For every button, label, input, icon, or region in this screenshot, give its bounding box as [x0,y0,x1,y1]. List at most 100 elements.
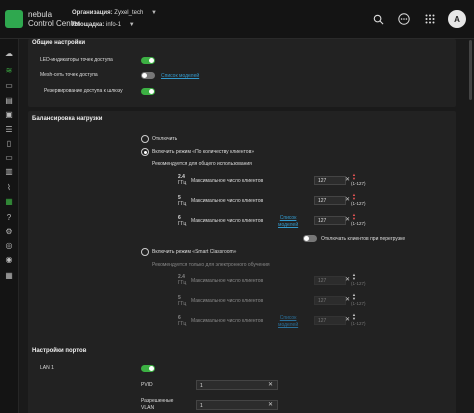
lb-off-radio[interactable] [141,135,149,143]
sc-band-5-max-label: Максимальное число клиентов [191,298,264,304]
band-6-max-label: Максимальное число клиентов [191,218,264,224]
recommend-edu: Рекомендуется только для электронного об… [152,262,270,268]
org-selector[interactable]: Организация: Zyxel_tech ▼ [72,10,157,16]
list-icon[interactable]: ☰ [3,125,15,135]
band-24-range: (1-127) [351,181,366,186]
globe-icon[interactable]: ◎ [3,241,15,251]
sc-band-24-range: (1-127) [351,281,366,286]
device-icon[interactable]: ▦ [3,197,15,207]
mesh-label: Mesh-сеть точек доступа [40,72,98,78]
disconnect-label: Отключать клиентов при перегрузке [321,236,406,242]
switch-icon[interactable]: ▤ [3,96,15,106]
band-6-range: (1-127) [351,221,366,226]
apps-grid-icon[interactable] [422,11,438,27]
close-icon[interactable]: ✕ [345,176,350,183]
site-label: Площадка: [72,22,105,28]
security-icon[interactable]: ▣ [3,110,15,120]
band-5-label: 5 ГГц [178,195,187,207]
user-icon[interactable]: ◉ [3,255,15,265]
scrollbar[interactable] [469,40,472,100]
mesh-toggle[interactable] [141,72,155,79]
close-icon: ✕ [345,297,351,303]
sc-band-24-max-input[interactable]: 127 [314,276,346,285]
stepper-icon: ▲ ▼ [352,292,356,301]
chevron-down-icon: ▼ [128,22,135,28]
lb-by-clients-label: Включить режим «По количеству клиентов» [152,149,255,155]
led-label: LED-индикаторы точек доступа [40,57,113,63]
sc-band-5-max-input[interactable]: 127 [314,296,346,305]
smart-classroom-label: Включить режим «Smart Classroom» [152,249,237,255]
sc-band-6-range: (1-127) [351,321,366,326]
monitor-icon[interactable]: ▭ [3,81,15,91]
wifi-icon[interactable]: ≋ [3,66,15,76]
close-icon: ✕ [345,317,351,323]
main-content: Общие настройки LED-индикаторы точек дос… [20,39,466,413]
lb-off-label: Отключить [152,136,178,142]
sc-band-24-label: 2.4 ГГц [178,274,187,286]
sc-band-5-label: 5 ГГц [178,295,187,307]
allowed-vlan-label: Разрешенные VLAN [141,398,174,411]
site-value: info-1 [106,22,122,28]
avatar[interactable]: A [448,10,466,28]
uplink-toggle[interactable] [141,88,155,95]
band-24-max-label: Максимальное число клиентов [191,178,264,184]
smart-classroom-radio[interactable] [141,248,149,256]
general-settings-title: Общие настройки [32,40,86,46]
stepper-icon[interactable]: ▲ ▼ [351,213,357,221]
general-settings-card: Общие настройки LED-индикаторы точек дос… [28,39,456,107]
stepper-icon: ▲ ▼ [352,312,356,321]
sc-band-6-max-input[interactable]: 127 [314,316,346,325]
site-selector[interactable]: Площадка: info-1 ▼ [72,22,135,28]
top-bar: nebula Control Center Организация: Zyxel… [0,0,474,39]
band-24-max-input[interactable]: 127 [314,176,346,185]
pvid-input[interactable]: 1 [196,380,278,390]
load-balancing-card: Балансировка нагрузки Отключить Включить… [28,111,456,375]
pvid-label: PVID [141,382,153,388]
disconnect-toggle[interactable] [303,235,317,242]
nebula-logo-icon[interactable] [5,10,23,28]
document-icon[interactable]: ▯ [3,139,15,149]
more-icon[interactable] [396,11,412,27]
search-icon[interactable] [370,11,386,27]
band-6-label: 6 ГГц [178,215,187,227]
allowed-vlan-input[interactable]: 1 [196,400,278,410]
help-icon[interactable]: ? [3,213,15,223]
band-5-range: (1-127) [351,201,366,206]
chevron-down-icon: ▼ [150,10,157,16]
close-icon[interactable]: ✕ [268,381,273,388]
cellular-icon[interactable]: ▥ [3,167,15,177]
close-icon[interactable]: ✕ [268,401,273,408]
band-5-max-label: Максимальное число клиентов [191,198,264,204]
sc-band-6-models-link[interactable]: Список моделей [278,315,298,329]
folder-icon[interactable]: ▭ [3,153,15,163]
chart-icon[interactable]: ⌇ [3,183,15,193]
lan-1-label: LAN 1 [40,365,54,371]
close-icon[interactable]: ✕ [345,196,350,203]
stepper-icon[interactable]: ▲ ▼ [351,173,357,181]
port-settings-title: Настройки портов [32,348,87,354]
org-icon[interactable]: ▦ [3,271,15,281]
sc-band-24-max-label: Максимальное число клиентов [191,278,264,284]
port-settings-card: Настройки портов LAN 1 PVID 1 ✕ Разрешен… [28,342,456,413]
lan-1-toggle[interactable] [141,365,155,372]
lb-by-clients-radio[interactable] [141,148,149,156]
sc-band-5-range: (1-127) [351,301,366,306]
uplink-label: Резервирование доступа к шлюзу [44,88,123,94]
stepper-icon[interactable]: ▲ ▼ [351,193,357,201]
org-value: Zyxel_tech [114,10,144,16]
close-icon: ✕ [345,277,351,283]
band-6-models-link[interactable]: Список моделей [278,215,298,229]
sidebar: ☁ ≋ ▭ ▤ ▣ ☰ ▯ ▭ ▥ ⌇ ▦ ? ⚙ ◎ ◉ ▦ [0,39,19,413]
led-toggle[interactable] [141,57,155,64]
band-5-max-input[interactable]: 127 [314,196,346,205]
sc-band-6-max-label: Максимальное число клиентов [191,318,264,324]
load-balancing-title: Балансировка нагрузки [32,116,103,122]
lb-recommend-general: Рекомендуется для общего использования [152,161,252,167]
mesh-models-link[interactable]: Список моделей [161,73,199,79]
close-icon[interactable]: ✕ [345,216,350,223]
stepper-icon: ▲ ▼ [352,272,356,281]
cloud-icon[interactable]: ☁ [3,49,15,59]
band-6-max-input[interactable]: 127 [314,216,346,225]
org-label: Организация: [72,10,113,16]
settings-icon[interactable]: ⚙ [3,227,15,237]
